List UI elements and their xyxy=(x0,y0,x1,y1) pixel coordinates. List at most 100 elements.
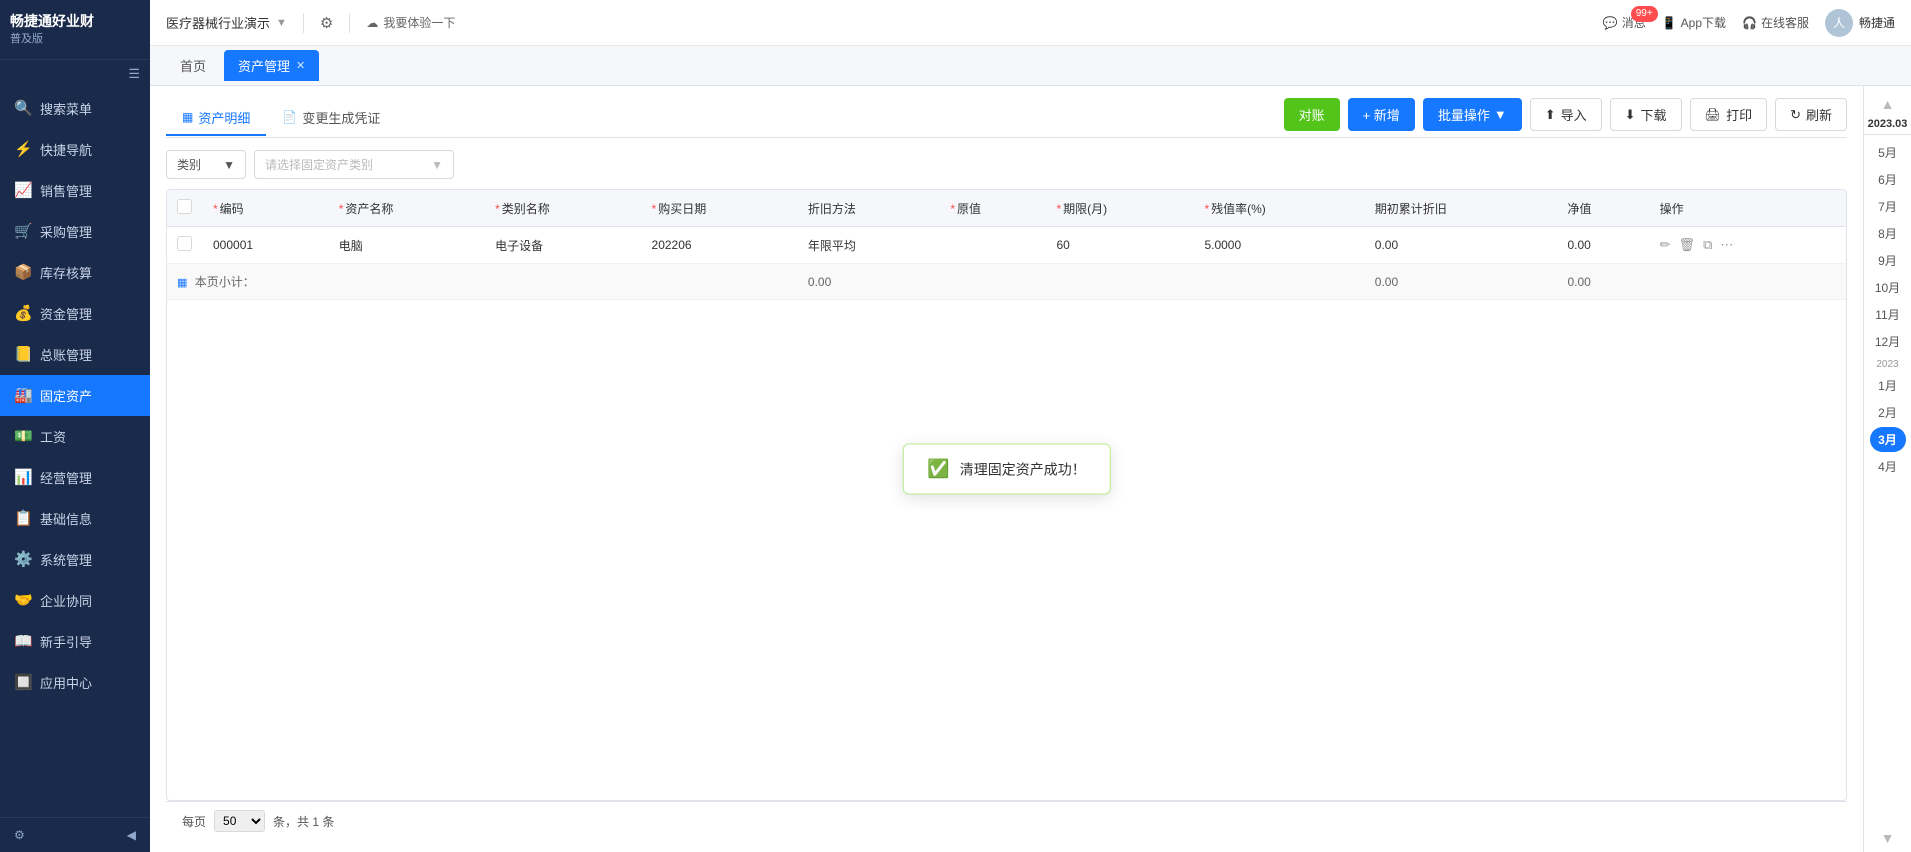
tab-home[interactable]: 首页 xyxy=(166,50,220,81)
topbar: 医疗器械行业演示 ▼ ⚙ ☁ 我要体验一下 💬 消息 99+ 📱 App下载 🎧… xyxy=(150,0,1911,46)
tab-asset-mgmt[interactable]: 资产管理 ✕ xyxy=(224,50,319,81)
rp-month-4[interactable]: 4月 xyxy=(1870,454,1906,479)
new-button[interactable]: + 新增 xyxy=(1348,98,1415,131)
quick-nav-icon: ⚡ xyxy=(14,140,32,158)
th-code: *编码 xyxy=(203,190,329,227)
print-button[interactable]: 🖨 打印 xyxy=(1690,98,1768,131)
rp-month-2[interactable]: 2月 xyxy=(1870,400,1906,425)
batch-button[interactable]: 批量操作 ▼ xyxy=(1423,98,1522,131)
refresh-button[interactable]: ↻ 刷新 xyxy=(1775,98,1847,131)
download-icon: ⬇ xyxy=(1625,107,1636,123)
sidebar-item-label: 库存核算 xyxy=(40,263,92,282)
sidebar-item-fixed-assets[interactable]: 🏭 固定资产 xyxy=(0,375,150,416)
sub-tab-asset-detail-label: 资产明细 xyxy=(198,108,250,127)
sub-tab-change-voucher-label: 变更生成凭证 xyxy=(302,108,380,127)
edit-icon[interactable]: ✏ xyxy=(1660,237,1671,253)
sidebar-collapse-button[interactable]: ◀ xyxy=(127,828,136,842)
download-button[interactable]: ⬇ 下载 xyxy=(1610,98,1682,131)
inventory-icon: 📦 xyxy=(14,263,32,281)
experience-label: 我要体验一下 xyxy=(383,14,455,31)
app-download-label: App下载 xyxy=(1681,14,1726,31)
settings-icon[interactable]: ⚙ xyxy=(14,828,25,842)
sidebar-item-basic-info[interactable]: 📋 基础信息 xyxy=(0,498,150,539)
sidebar-item-system[interactable]: ⚙️ 系统管理 xyxy=(0,539,150,580)
ops-icon: 📊 xyxy=(14,468,32,486)
sub-tab-asset-detail[interactable]: ▦ 资产明细 xyxy=(166,101,266,136)
sidebar-item-app-center[interactable]: 🔲 应用中心 xyxy=(0,662,150,703)
rp-month-3-active[interactable]: 3月 xyxy=(1870,427,1906,452)
download-icon: 📱 xyxy=(1662,16,1677,30)
per-page-select[interactable]: 50 10 20 100 xyxy=(214,810,265,832)
th-category: *类别名称 xyxy=(485,190,641,227)
th-actions: 操作 xyxy=(1650,190,1846,227)
subtotal-row: ▦ 本页小计： 0.00 0.00 0.00 xyxy=(167,264,1846,300)
online-service-button[interactable]: 🎧 在线客服 xyxy=(1742,14,1809,31)
copy-icon[interactable]: ⧉ xyxy=(1703,237,1712,253)
category-value-filter[interactable]: 请选择固定资产类别 ▼ xyxy=(254,150,454,179)
search-icon: 🔍 xyxy=(14,99,32,117)
sidebar-item-sales[interactable]: 📈 销售管理 xyxy=(0,170,150,211)
row-select-checkbox[interactable] xyxy=(177,236,192,251)
rp-month-8[interactable]: 8月 xyxy=(1870,221,1906,246)
th-original-value: *原值 xyxy=(940,190,1046,227)
reconcile-button[interactable]: 对账 xyxy=(1284,98,1340,131)
topbar-divider2 xyxy=(349,13,350,33)
sidebar-item-ledger[interactable]: 📒 总账管理 xyxy=(0,334,150,375)
company-selector[interactable]: 医疗器械行业演示 ▼ xyxy=(166,13,287,32)
th-residual-rate: *残值率(%) xyxy=(1194,190,1364,227)
message-button[interactable]: 💬 消息 99+ xyxy=(1603,14,1646,31)
sidebar-item-purchase[interactable]: 🛒 采购管理 xyxy=(0,211,150,252)
sidebar-item-guide[interactable]: 📖 新手引导 xyxy=(0,621,150,662)
sidebar-item-salary[interactable]: 💵 工资 xyxy=(0,416,150,457)
app-download-button[interactable]: 📱 App下载 xyxy=(1662,14,1726,31)
th-initial-accumulated-depreciation: 期初累计折旧 xyxy=(1365,190,1558,227)
sidebar-item-ops[interactable]: 📊 经营管理 xyxy=(0,457,150,498)
enterprise-icon: 🤝 xyxy=(14,591,32,609)
success-toast: ✅ 清理固定资产成功！ xyxy=(902,444,1110,495)
rp-month-5[interactable]: 5月 xyxy=(1870,140,1906,165)
sidebar-item-search[interactable]: 🔍 搜索菜单 xyxy=(0,88,150,129)
more-icon[interactable]: ⋯ xyxy=(1720,237,1733,253)
settings-gear-icon[interactable]: ⚙ xyxy=(320,14,333,32)
sidebar-item-capital[interactable]: 💰 资金管理 xyxy=(0,293,150,334)
tab-close-icon[interactable]: ✕ xyxy=(296,59,305,72)
rp-down-icon[interactable]: ▼ xyxy=(1879,828,1897,848)
row-code: 000001 xyxy=(203,227,329,264)
rp-month-10[interactable]: 10月 xyxy=(1870,275,1906,300)
import-icon: ⬆ xyxy=(1545,107,1556,123)
user-menu[interactable]: 人 畅捷通 xyxy=(1825,9,1895,37)
th-period: *期限(月) xyxy=(1046,190,1194,227)
rp-month-1[interactable]: 1月 xyxy=(1870,373,1906,398)
subtotal-original-value: 0.00 xyxy=(798,264,940,300)
sidebar-item-label: 搜索菜单 xyxy=(40,99,92,118)
rp-month-7[interactable]: 7月 xyxy=(1870,194,1906,219)
sub-tab-change-voucher[interactable]: 📄 变更生成凭证 xyxy=(266,101,396,136)
sidebar-item-label: 总账管理 xyxy=(40,345,92,364)
sidebar: 畅捷通好业财 普及版 ☰ 🔍 搜索菜单 ⚡ 快捷导航 📈 销售管理 🛒 采购管理… xyxy=(0,0,150,852)
import-button[interactable]: ⬆ 导入 xyxy=(1530,98,1602,131)
category-filter[interactable]: 类别 ▼ xyxy=(166,150,246,179)
filter-row: 类别 ▼ 请选择固定资产类别 ▼ xyxy=(166,150,1847,179)
th-name: *资产名称 xyxy=(329,190,485,227)
sidebar-item-label: 新手引导 xyxy=(40,632,92,651)
category-value-dropdown-icon: ▼ xyxy=(431,158,443,172)
sidebar-toggle-icon[interactable]: ☰ xyxy=(128,66,140,82)
rp-header: 2023.03 xyxy=(1864,114,1911,135)
sidebar-item-label: 固定资产 xyxy=(40,386,92,405)
sidebar-item-enterprise[interactable]: 🤝 企业协同 xyxy=(0,580,150,621)
row-period: 60 xyxy=(1046,227,1194,264)
rp-month-6[interactable]: 6月 xyxy=(1870,167,1906,192)
experience-button[interactable]: ☁ 我要体验一下 xyxy=(366,14,455,31)
rp-month-11[interactable]: 11月 xyxy=(1870,302,1906,327)
content-relative: ▦ 资产明细 📄 变更生成凭证 对账 + 新增 xyxy=(150,86,1863,852)
delete-icon[interactable]: 🗑 xyxy=(1679,237,1696,253)
print-icon: 🖨 xyxy=(1705,107,1722,123)
capital-icon: 💰 xyxy=(14,304,32,322)
rp-up-icon[interactable]: ▲ xyxy=(1879,94,1897,114)
rp-month-12[interactable]: 12月 xyxy=(1870,329,1906,354)
row-depreciation-method: 年限平均 xyxy=(798,227,940,264)
select-all-checkbox[interactable] xyxy=(177,199,192,214)
sidebar-item-quick-nav[interactable]: ⚡ 快捷导航 xyxy=(0,129,150,170)
sidebar-item-inventory[interactable]: 📦 库存核算 xyxy=(0,252,150,293)
rp-month-9[interactable]: 9月 xyxy=(1870,248,1906,273)
